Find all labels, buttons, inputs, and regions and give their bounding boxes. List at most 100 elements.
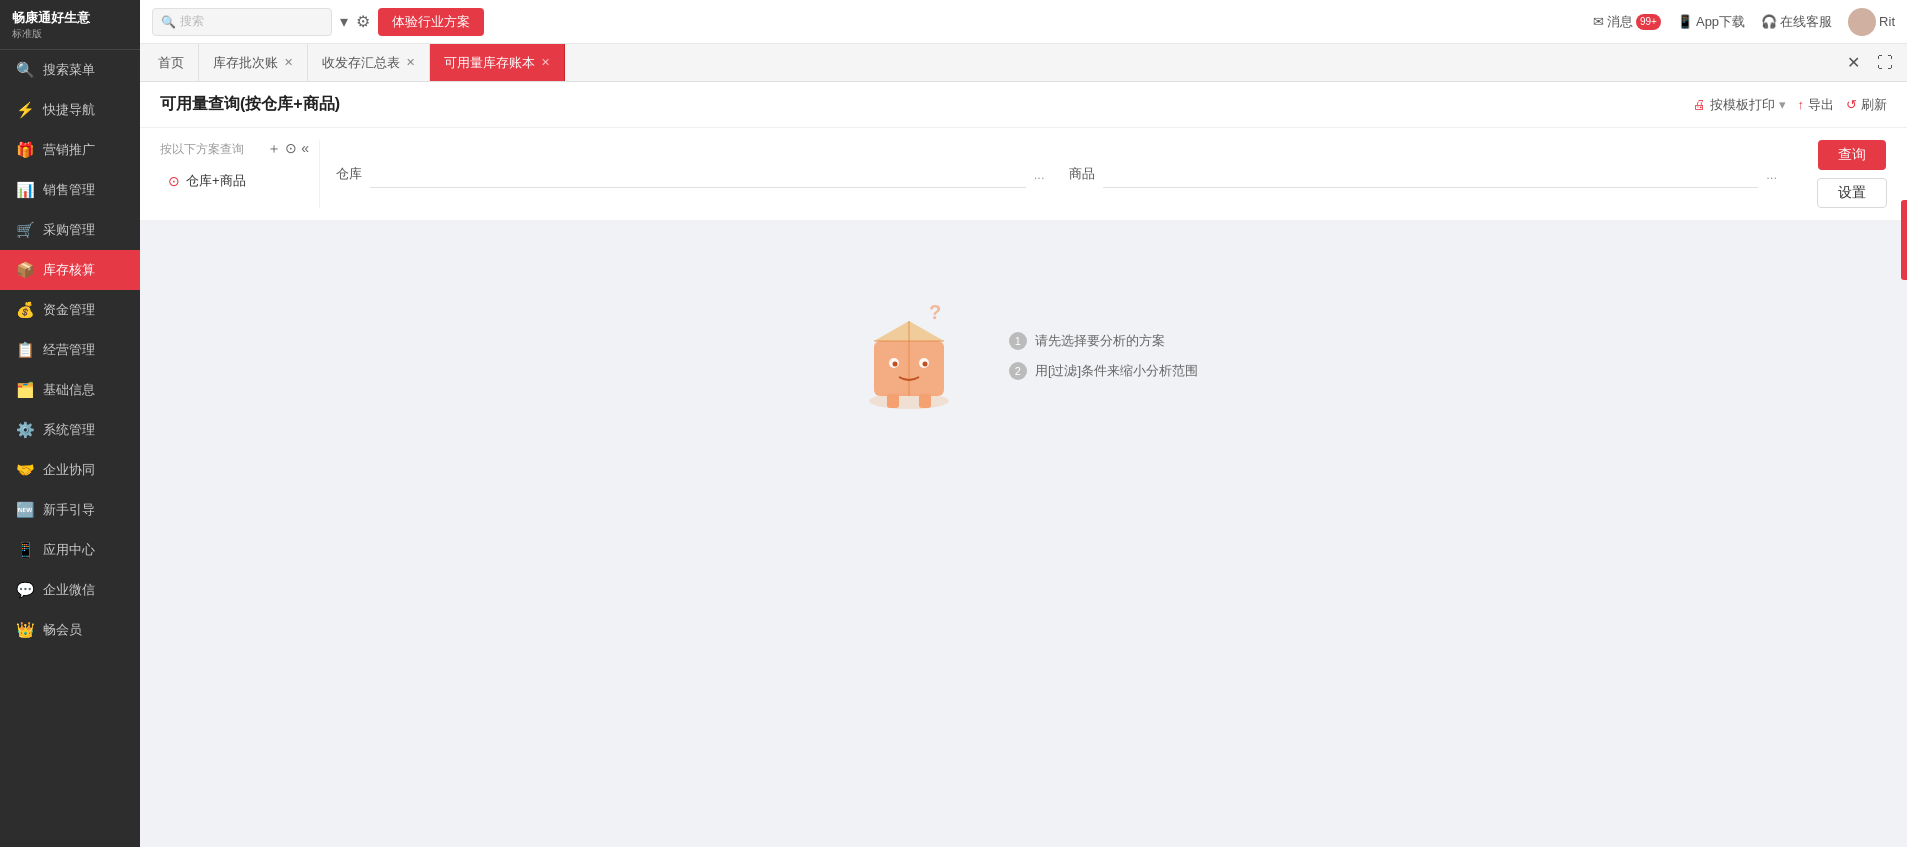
tab-home[interactable]: 首页 xyxy=(144,44,199,81)
sidebar-item-member[interactable]: 👑 畅会员 xyxy=(0,610,140,650)
handshake-icon: 🤝 xyxy=(16,461,35,479)
sidebar-item-label: 采购管理 xyxy=(43,221,95,239)
refresh-button[interactable]: ↺ 刷新 xyxy=(1846,96,1887,114)
tab-summary-table[interactable]: 收发存汇总表 ✕ xyxy=(308,44,430,81)
right-accent-bar xyxy=(1901,200,1907,280)
hint-num-1: 1 xyxy=(1009,332,1027,350)
svg-point-7 xyxy=(892,362,897,367)
sidebar-item-label: 资金管理 xyxy=(43,301,95,319)
sidebar-item-guide[interactable]: 🆕 新手引导 xyxy=(0,490,140,530)
logo-sub: 标准版 xyxy=(12,27,128,41)
tab-close-icon[interactable]: ✕ xyxy=(541,56,550,69)
hint-num-2: 2 xyxy=(1009,362,1027,380)
filter-scheme-sidebar: 按以下方案查询 ＋ ⊙ « ⊙ 仓库+商品 xyxy=(160,140,320,208)
sidebar-item-cooperation[interactable]: 🤝 企业协同 xyxy=(0,450,140,490)
app-download-button[interactable]: 📱 App下载 xyxy=(1677,13,1745,31)
sidebar-scroll: 🔍 搜索菜单 ⚡ 快捷导航 🎁 营销推广 📊 销售管理 🛒 采购管理 📦 库存核… xyxy=(0,50,140,847)
folder-icon: 🗂️ xyxy=(16,381,35,399)
user-profile[interactable]: Rit xyxy=(1848,8,1895,36)
svg-text:?: ? xyxy=(929,301,941,323)
sidebar-item-appstore[interactable]: 📱 应用中心 xyxy=(0,530,140,570)
goods-more-button[interactable]: ... xyxy=(1766,167,1777,182)
sidebar-item-label: 企业微信 xyxy=(43,581,95,599)
tabs-right: ✕ ⛶ xyxy=(1839,49,1907,77)
collapse-icon[interactable]: « xyxy=(301,140,309,158)
chevron-down-icon[interactable]: ▾ xyxy=(1779,97,1786,112)
warehouse-input[interactable] xyxy=(370,160,1026,188)
warehouse-more-button[interactable]: ... xyxy=(1034,167,1045,182)
sidebar-item-wechat[interactable]: 💬 企业微信 xyxy=(0,570,140,610)
topbar-gear-icon[interactable]: ▾ xyxy=(340,12,348,31)
query-button[interactable]: 查询 xyxy=(1818,140,1886,170)
sidebar-item-finance[interactable]: 💰 资金管理 xyxy=(0,290,140,330)
sidebar-item-basic[interactable]: 🗂️ 基础信息 xyxy=(0,370,140,410)
sidebar-item-sales[interactable]: 📊 销售管理 xyxy=(0,170,140,210)
chart-icon: 📊 xyxy=(16,181,35,199)
close-tab-button[interactable]: ✕ xyxy=(1839,49,1867,77)
topbar-search-box[interactable]: 🔍 搜索 xyxy=(152,8,332,36)
filter-area: 按以下方案查询 ＋ ⊙ « ⊙ 仓库+商品 仓库 xyxy=(140,128,1907,221)
sidebar-item-operation[interactable]: 📋 经营管理 xyxy=(0,330,140,370)
sidebar-item-label: 基础信息 xyxy=(43,381,95,399)
tab-available-inventory[interactable]: 可用量库存账本 ✕ xyxy=(430,44,565,81)
goods-filter-field: 商品 ... xyxy=(1069,160,1778,188)
phone-icon: 📱 xyxy=(1677,14,1693,29)
hint-item-2: 2 用[过滤]条件来缩小分析范围 xyxy=(1009,362,1198,380)
crown-icon: 👑 xyxy=(16,621,35,639)
sidebar-item-system[interactable]: ⚙️ 系统管理 xyxy=(0,410,140,450)
phone-icon: 📱 xyxy=(16,541,35,559)
online-service-button[interactable]: 🎧 在线客服 xyxy=(1761,13,1832,31)
print-button[interactable]: 🖨 按模板打印 ▾ xyxy=(1693,96,1786,114)
message-button[interactable]: ✉ 消息 99+ xyxy=(1593,13,1661,31)
lightning-icon: ⚡ xyxy=(16,101,35,119)
svg-rect-10 xyxy=(919,394,931,408)
page-header: 可用量查询(按仓库+商品) 🖨 按模板打印 ▾ ↑ 导出 ↺ 刷新 xyxy=(140,82,1907,128)
tab-batch-account[interactable]: 库存批次账 ✕ xyxy=(199,44,308,81)
tab-label: 收发存汇总表 xyxy=(322,54,400,72)
main-area: 🔍 搜索 ▾ ⚙ 体验行业方案 ✉ 消息 99+ 📱 App下载 🎧 在线客服 xyxy=(140,0,1907,847)
refresh-label: 刷新 xyxy=(1861,96,1887,114)
warehouse-label: 仓库 xyxy=(336,165,362,183)
export-button[interactable]: ↑ 导出 xyxy=(1798,96,1835,114)
sidebar-item-search[interactable]: 🔍 搜索菜单 xyxy=(0,50,140,90)
empty-state: ? 1 请先选择要分析的方案 2 用[过滤]条件来缩小分析范围 xyxy=(140,221,1907,491)
setting-button[interactable]: 设置 xyxy=(1817,178,1887,208)
tab-label: 可用量库存账本 xyxy=(444,54,535,72)
filter-buttons: 查询 设置 xyxy=(1817,140,1887,208)
sidebar-item-label: 搜索菜单 xyxy=(43,61,95,79)
topbar-right: ✉ 消息 99+ 📱 App下载 🎧 在线客服 Rit xyxy=(1593,8,1895,36)
refresh-icon: ↺ xyxy=(1846,97,1857,112)
user-name: Rit xyxy=(1879,14,1895,29)
page-header-actions: 🖨 按模板打印 ▾ ↑ 导出 ↺ 刷新 xyxy=(1693,96,1888,114)
industry-solution-button[interactable]: 体验行业方案 xyxy=(378,8,484,36)
sidebar-item-marketing[interactable]: 🎁 营销推广 xyxy=(0,130,140,170)
sidebar-item-inventory[interactable]: 📦 库存核算 xyxy=(0,250,140,290)
empty-state-inner: ? 1 请先选择要分析的方案 2 用[过滤]条件来缩小分析范围 xyxy=(849,301,1198,411)
scheme-item-label: 仓库+商品 xyxy=(186,172,246,190)
goods-input[interactable] xyxy=(1103,160,1759,188)
gift-icon: 🎁 xyxy=(16,141,35,159)
print-icon: 🖨 xyxy=(1693,97,1706,112)
scheme-item-warehouse-goods[interactable]: ⊙ 仓库+商品 xyxy=(160,166,309,196)
filter-scheme-title: 按以下方案查询 ＋ ⊙ « xyxy=(160,140,309,158)
hint-text-1: 请先选择要分析的方案 xyxy=(1035,332,1165,350)
svg-rect-9 xyxy=(887,394,899,408)
add-scheme-icon[interactable]: ＋ xyxy=(267,140,281,158)
export-icon: ↑ xyxy=(1798,97,1805,112)
maximize-button[interactable]: ⛶ xyxy=(1871,49,1899,77)
page-title: 可用量查询(按仓库+商品) xyxy=(160,94,340,115)
message-badge: 99+ xyxy=(1636,14,1661,30)
sidebar-item-purchase[interactable]: 🛒 采购管理 xyxy=(0,210,140,250)
chat-icon: 💬 xyxy=(16,581,35,599)
money-icon: 💰 xyxy=(16,301,35,319)
sidebar-item-label: 新手引导 xyxy=(43,501,95,519)
tab-close-icon[interactable]: ✕ xyxy=(284,56,293,69)
tab-close-icon[interactable]: ✕ xyxy=(406,56,415,69)
tabs-left: 首页 库存批次账 ✕ 收发存汇总表 ✕ 可用量库存账本 ✕ xyxy=(144,44,565,81)
cart-icon: 🛒 xyxy=(16,221,35,239)
filter-scheme-title-text: 按以下方案查询 xyxy=(160,141,244,158)
app-label: App下载 xyxy=(1696,13,1745,31)
sidebar-item-shortcut[interactable]: ⚡ 快捷导航 xyxy=(0,90,140,130)
edit-scheme-icon[interactable]: ⊙ xyxy=(285,140,297,158)
topbar-settings-icon[interactable]: ⚙ xyxy=(356,12,370,31)
